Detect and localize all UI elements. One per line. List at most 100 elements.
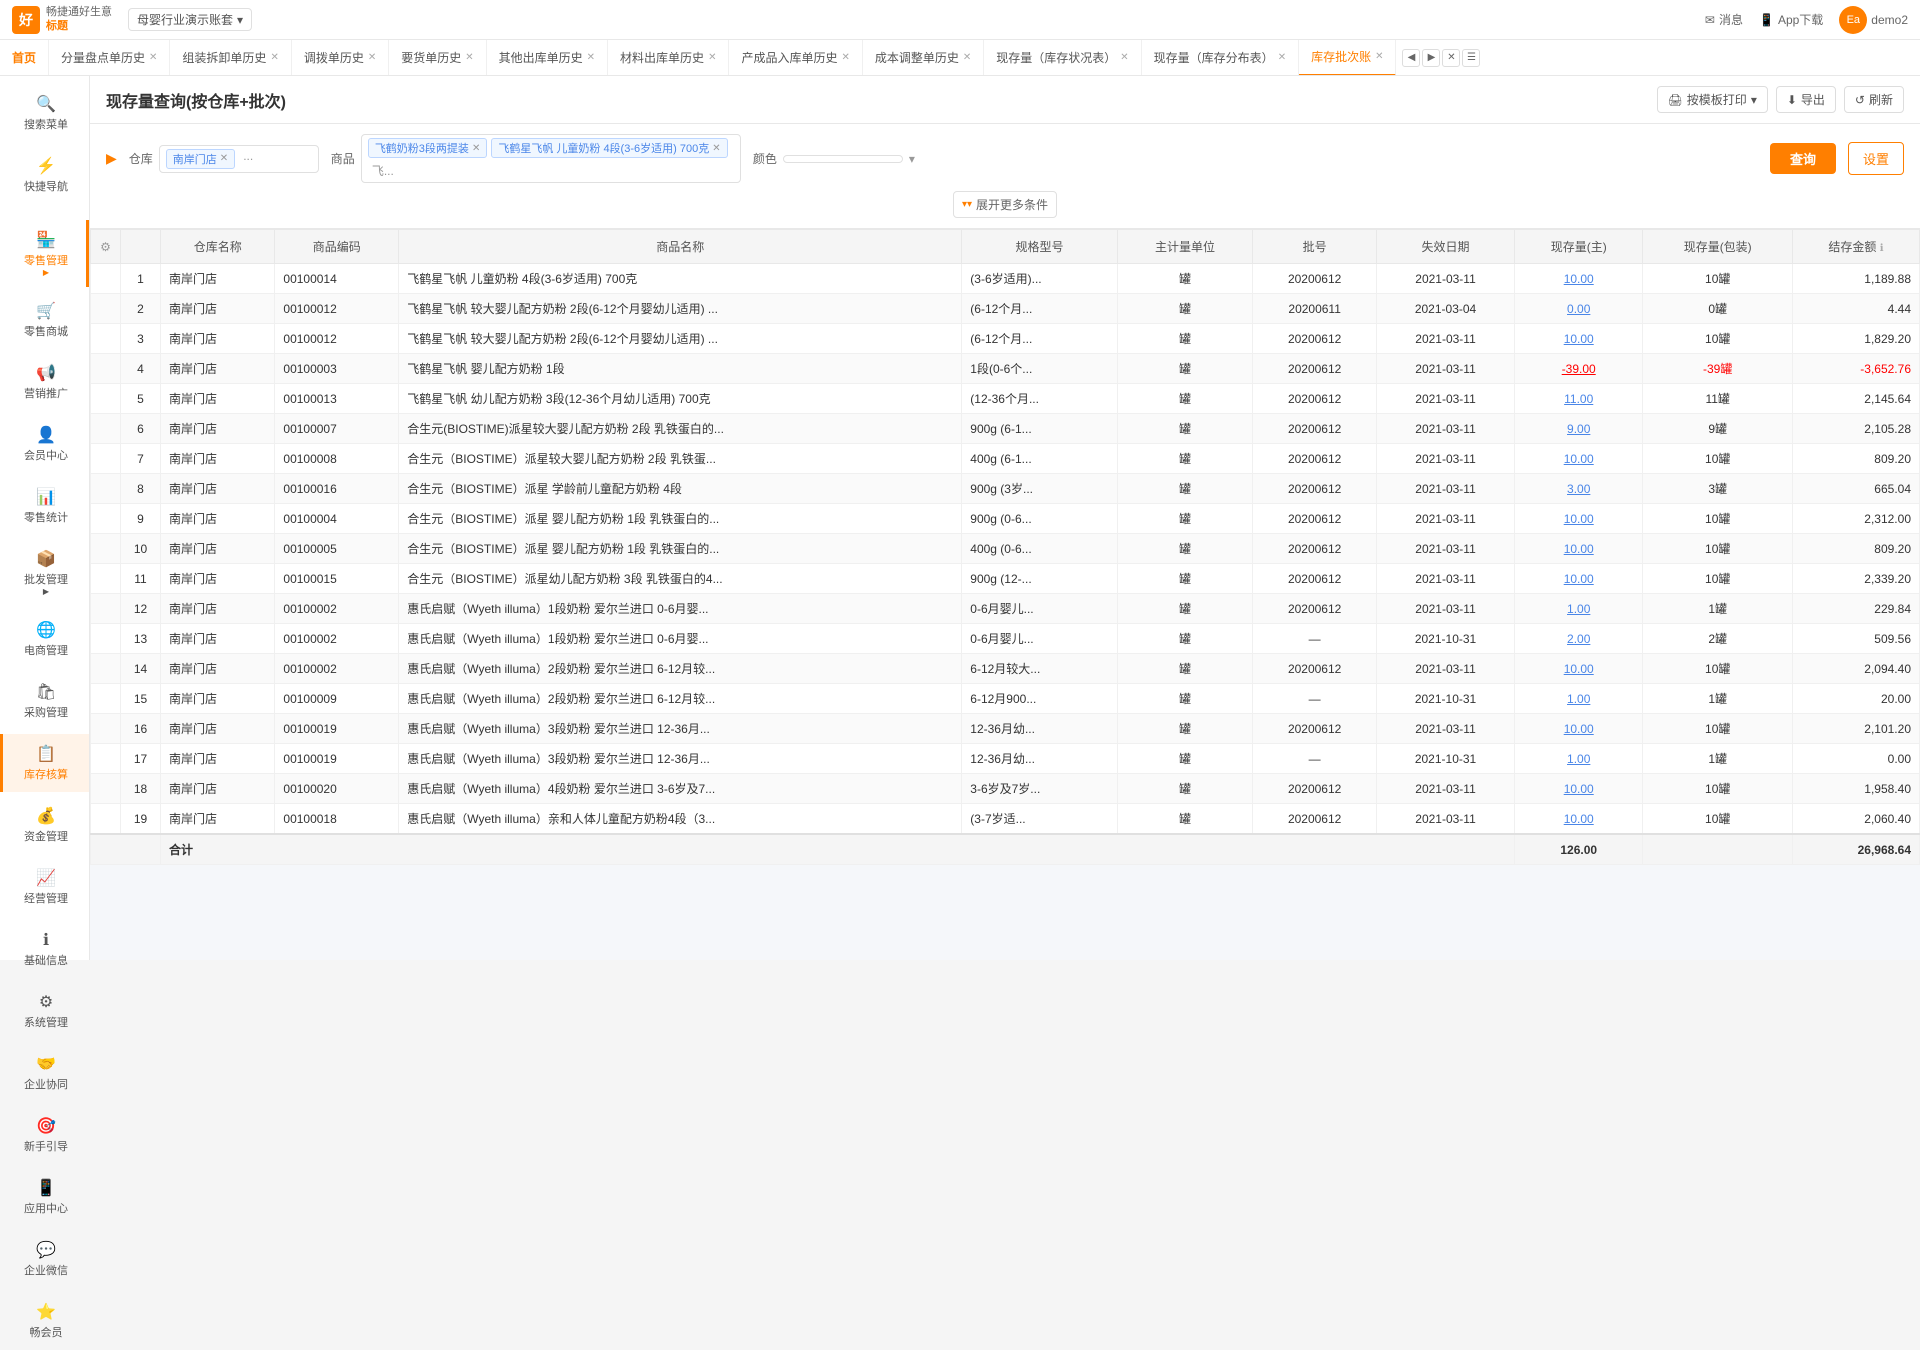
sidebar-item-purchase[interactable]: 🛍 采购管理 bbox=[0, 672, 89, 730]
tab-cheng-ben[interactable]: 成本调整单历史 ✕ bbox=[863, 40, 984, 76]
warehouse-tag-close[interactable]: ✕ bbox=[220, 153, 228, 164]
row-index-8: 9 bbox=[121, 504, 161, 534]
tab-xian-cun-kuzhuang[interactable]: 现存量（库存状况表） ✕ bbox=[984, 40, 1141, 76]
product-tag-container[interactable]: 飞鹤奶粉3段两提装 ✕ 飞鹤星飞帆 儿童奶粉 4段(3-6岁适用) 700克 ✕… bbox=[361, 134, 741, 183]
row-stock-main-0[interactable]: 10.00 bbox=[1514, 264, 1642, 294]
close-tab-xian-cun-kufen[interactable]: ✕ bbox=[1278, 52, 1286, 63]
query-btn[interactable]: 查询 bbox=[1770, 143, 1836, 174]
row-stock-main-6[interactable]: 10.00 bbox=[1514, 444, 1642, 474]
row-stock-main-1[interactable]: 0.00 bbox=[1514, 294, 1642, 324]
sidebar-item-retail-mgmt[interactable]: 🏪 零售管理 ▶ bbox=[0, 220, 89, 287]
row-stock-main-8[interactable]: 10.00 bbox=[1514, 504, 1642, 534]
close-tab-cai-liao[interactable]: ✕ bbox=[708, 52, 716, 63]
close-tab-diao-bo[interactable]: ✕ bbox=[368, 52, 376, 63]
sidebar-item-wechat[interactable]: 💬 企业微信 bbox=[0, 1230, 89, 1288]
row-balance-2: 1,829.20 bbox=[1792, 324, 1919, 354]
product-tag-1[interactable]: 飞鹤奶粉3段两提装 ✕ bbox=[368, 138, 488, 158]
close-tab-fen-liang[interactable]: ✕ bbox=[149, 52, 157, 63]
color-input[interactable] bbox=[783, 155, 903, 163]
row-stock-main-16[interactable]: 1.00 bbox=[1514, 744, 1642, 774]
close-tab-zu-zhuang[interactable]: ✕ bbox=[270, 52, 278, 63]
product-more[interactable]: 飞... bbox=[368, 162, 398, 179]
export-btn[interactable]: ⬇ 导出 bbox=[1776, 86, 1836, 113]
row-stock-main-13[interactable]: 10.00 bbox=[1514, 654, 1642, 684]
sidebar-item-quick-nav[interactable]: ⚡ 快捷导航 bbox=[0, 146, 89, 204]
tab-qi-ta-chu-ku[interactable]: 其他出库单历史 ✕ bbox=[487, 40, 608, 76]
settings-btn[interactable]: 设置 bbox=[1848, 142, 1904, 175]
tab-fen-liang[interactable]: 分量盘点单历史 ✕ bbox=[49, 40, 170, 76]
product-tag-2[interactable]: 飞鹤星飞帆 儿童奶粉 4段(3-6岁适用) 700克 ✕ bbox=[491, 138, 727, 158]
sidebar-item-base-info[interactable]: ℹ 基础信息 bbox=[0, 920, 89, 978]
row-index-15: 16 bbox=[121, 714, 161, 744]
tab-diao-bo[interactable]: 调拨单历史 ✕ bbox=[292, 40, 389, 76]
close-tab-cheng-ben[interactable]: ✕ bbox=[963, 52, 971, 63]
color-dropdown-arrow[interactable]: ▾ bbox=[909, 152, 915, 166]
nav-more-btn[interactable]: ☰ bbox=[1462, 49, 1480, 67]
row-balance-7: 665.04 bbox=[1792, 474, 1919, 504]
tab-cai-liao[interactable]: 材料出库单历史 ✕ bbox=[608, 40, 729, 76]
th-setting[interactable]: ⚙ bbox=[91, 230, 121, 264]
user-profile[interactable]: Ea demo2 bbox=[1839, 6, 1908, 34]
close-tab-chan-cheng-pin[interactable]: ✕ bbox=[841, 52, 849, 63]
sidebar-item-marketing[interactable]: 📢 营销推广 bbox=[0, 353, 89, 411]
row-stock-main-7[interactable]: 3.00 bbox=[1514, 474, 1642, 504]
sidebar-item-search[interactable]: 🔍 搜索菜单 bbox=[0, 84, 89, 142]
sidebar-item-finance[interactable]: 💰 资金管理 bbox=[0, 796, 89, 854]
retail-mall-icon: 🛒 bbox=[36, 301, 56, 321]
nav-next-btn[interactable]: ▶ bbox=[1422, 49, 1440, 67]
row-stock-main-3[interactable]: -39.00 bbox=[1514, 354, 1642, 384]
sidebar-item-member[interactable]: 👤 会员中心 bbox=[0, 415, 89, 473]
sidebar-item-system[interactable]: ⚙ 系统管理 bbox=[0, 982, 89, 1040]
close-tab-ku-cun-pi-ci[interactable]: ✕ bbox=[1375, 51, 1383, 62]
warehouse-more[interactable]: ... bbox=[239, 149, 257, 169]
product-tag-1-close[interactable]: ✕ bbox=[472, 143, 480, 154]
refresh-btn[interactable]: ↺ 刷新 bbox=[1844, 86, 1904, 113]
row-stock-main-14[interactable]: 1.00 bbox=[1514, 684, 1642, 714]
row-stock-main-18[interactable]: 10.00 bbox=[1514, 804, 1642, 835]
nav-prev-btn[interactable]: ◀ bbox=[1402, 49, 1420, 67]
sidebar-item-inventory[interactable]: 📋 库存核算 bbox=[0, 734, 89, 792]
sidebar-item-ecommerce[interactable]: 🌐 电商管理 bbox=[0, 610, 89, 668]
app-download-btn[interactable]: 📱 App下载 bbox=[1759, 11, 1823, 28]
sidebar-item-app-center[interactable]: 📱 应用中心 bbox=[0, 1168, 89, 1226]
sidebar-item-retail-mall[interactable]: 🛒 零售商城 bbox=[0, 291, 89, 349]
row-stock-main-11[interactable]: 1.00 bbox=[1514, 594, 1642, 624]
template-print-btn[interactable]: 🖨 按模板打印 ▾ bbox=[1657, 86, 1768, 113]
tab-chan-cheng-pin[interactable]: 产成品入库单历史 ✕ bbox=[729, 40, 862, 76]
industry-selector[interactable]: 母婴行业演示账套 ▾ bbox=[128, 8, 252, 31]
close-tab-xian-cun-kuzhuang[interactable]: ✕ bbox=[1120, 52, 1128, 63]
tab-ku-cun-pi-ci[interactable]: 库存批次账 ✕ bbox=[1299, 40, 1396, 76]
row-stock-main-5[interactable]: 9.00 bbox=[1514, 414, 1642, 444]
filter-expand-arrow[interactable]: ▶ bbox=[106, 150, 117, 167]
tab-xian-cun-kufen[interactable]: 现存量（库存分布表） ✕ bbox=[1142, 40, 1299, 76]
message-btn[interactable]: ✉ 消息 bbox=[1705, 11, 1743, 28]
nav-close-btn[interactable]: ✕ bbox=[1442, 49, 1460, 67]
close-tab-qi-ta-chu-ku[interactable]: ✕ bbox=[587, 52, 595, 63]
product-tag-2-close[interactable]: ✕ bbox=[712, 143, 720, 154]
sidebar-label-inventory: 库存核算 bbox=[24, 766, 68, 782]
sidebar-item-guide[interactable]: 🎯 新手引导 bbox=[0, 1106, 89, 1164]
table-container[interactable]: ⚙ 仓库名称 商品编码 商品名称 规格型号 主计量单位 批号 失效日期 现存量(… bbox=[90, 229, 1920, 960]
sidebar-item-operations[interactable]: 📈 经营管理 bbox=[0, 858, 89, 916]
row-stock-main-17[interactable]: 10.00 bbox=[1514, 774, 1642, 804]
sidebar-item-wholesale[interactable]: 📦 批发管理 ▶ bbox=[0, 539, 89, 606]
row-stock-main-10[interactable]: 10.00 bbox=[1514, 564, 1642, 594]
tab-zu-zhuang[interactable]: 组装拆卸单历史 ✕ bbox=[170, 40, 291, 76]
warehouse-tag-container[interactable]: 南岸门店 ✕ ... bbox=[159, 145, 319, 173]
row-stock-main-15[interactable]: 10.00 bbox=[1514, 714, 1642, 744]
sidebar-item-collab[interactable]: 🤝 企业协同 bbox=[0, 1044, 89, 1102]
row-stock-pack-17: 10罐 bbox=[1643, 774, 1793, 804]
row-stock-main-12[interactable]: 2.00 bbox=[1514, 624, 1642, 654]
expand-conditions-btn[interactable]: ▾▾ 展开更多条件 bbox=[953, 191, 1057, 218]
row-stock-main-4[interactable]: 11.00 bbox=[1514, 384, 1642, 414]
info-icon[interactable]: ℹ bbox=[1880, 243, 1884, 254]
row-stock-main-2[interactable]: 10.00 bbox=[1514, 324, 1642, 354]
close-tab-yao-huo[interactable]: ✕ bbox=[465, 52, 473, 63]
gear-icon[interactable]: ⚙ bbox=[100, 240, 111, 254]
tab-yao-huo[interactable]: 要货单历史 ✕ bbox=[389, 40, 486, 76]
row-stock-main-9[interactable]: 10.00 bbox=[1514, 534, 1642, 564]
warehouse-tag-nan-an[interactable]: 南岸门店 ✕ bbox=[166, 149, 235, 169]
sidebar-item-retail-stat[interactable]: 📊 零售统计 bbox=[0, 477, 89, 535]
tab-home[interactable]: 首页 bbox=[0, 40, 49, 76]
sidebar-item-vip[interactable]: ⭐ 畅会员 bbox=[0, 1292, 89, 1350]
